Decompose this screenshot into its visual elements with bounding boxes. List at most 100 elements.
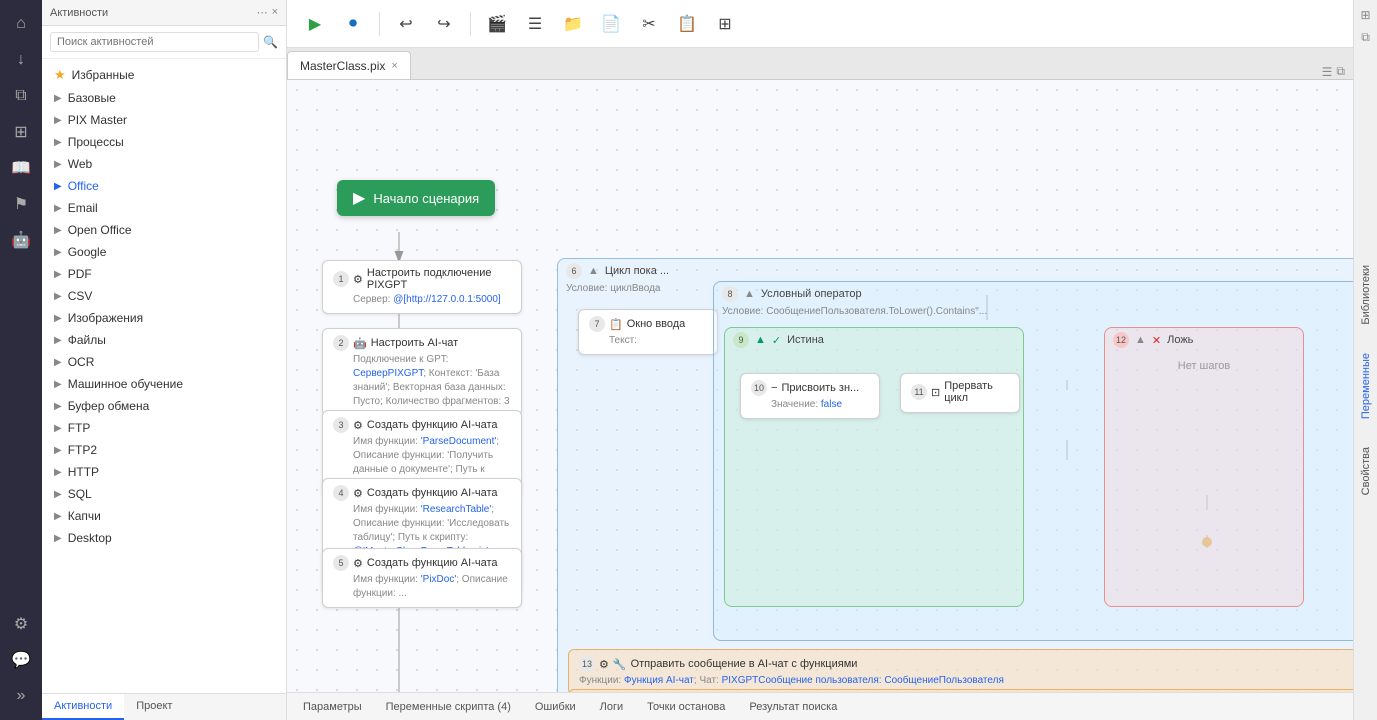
node-3-title: Создать функцию AI-чата <box>367 419 498 431</box>
chat-icon[interactable]: 💬 <box>5 644 37 676</box>
node-7-header: 7 📋 Окно ввода <box>589 316 707 332</box>
node-5[interactable]: 5 ⚙ Создать функцию AI-чата Имя функции:… <box>322 548 522 608</box>
sidebar-item-office[interactable]: ▶ Office <box>42 175 286 197</box>
bot-icon[interactable]: 🤖 <box>5 224 37 256</box>
node-7-num: 7 <box>589 316 605 332</box>
table-button[interactable]: ⊞ <box>709 8 741 40</box>
tab-menu-icon[interactable]: ☰ <box>1322 65 1333 79</box>
collapse-icon[interactable]: ▲ <box>588 265 599 277</box>
right-tab-libraries[interactable]: Библиотеки <box>1356 257 1376 333</box>
bottom-tab-logs[interactable]: Логи <box>596 701 628 713</box>
node-2-header: 2 🤖 Настроить AI-чат <box>333 335 511 351</box>
redo-button[interactable]: ↪ <box>428 8 460 40</box>
node-13-icon: ⚙ <box>599 658 609 671</box>
undo-button[interactable]: ↩ <box>390 8 422 40</box>
star-icon: ★ <box>54 67 66 83</box>
layers-icon[interactable]: ⧉ <box>5 80 37 112</box>
node-13-container[interactable]: 13 ⚙ 🔧 Отправить сообщение в AI-чат с фу… <box>568 649 1353 692</box>
bottom-tab-params[interactable]: Параметры <box>299 701 366 713</box>
activities-header-icons: ⋯ × <box>257 6 278 19</box>
sidebar-item-desktop[interactable]: ▶ Desktop <box>42 527 286 549</box>
folder-button[interactable]: 📁 <box>557 8 589 40</box>
node-14-container[interactable]: 14 ⚙ 🔧 Вызов функции <box>568 689 1353 692</box>
left-sidebar: ⌂ ↓ ⧉ ⊞ 📖 ⚑ 🤖 ⚙ 💬 » <box>0 0 42 720</box>
sidebar-item-files[interactable]: ▶ Файлы <box>42 329 286 351</box>
sidebar-item-clipboard[interactable]: ▶ Буфер обмена <box>42 395 286 417</box>
right-split-icon[interactable]: ⧉ <box>1361 30 1370 45</box>
sidebar-item-label: FTP2 <box>68 443 97 457</box>
sidebar-item-label: Изображения <box>68 311 143 325</box>
sidebar-item-http[interactable]: ▶ HTTP <box>42 461 286 483</box>
book-icon[interactable]: 📖 <box>5 152 37 184</box>
node-7-title: Окно ввода <box>627 318 686 330</box>
sidebar-item-ml[interactable]: ▶ Машинное обучение <box>42 373 286 395</box>
search-input[interactable] <box>50 32 259 52</box>
doc-button[interactable]: 📄 <box>595 8 627 40</box>
sidebar-item-email[interactable]: ▶ Email <box>42 197 286 219</box>
video-button[interactable]: 🎬 <box>481 8 513 40</box>
node-2[interactable]: 2 🤖 Настроить AI-чат Подключение к GPT: … <box>322 328 522 416</box>
node-3-header: 3 ⚙ Создать функцию AI-чата <box>333 417 511 433</box>
sidebar-item-sql[interactable]: ▶ SQL <box>42 483 286 505</box>
true-num: 9 <box>733 332 749 348</box>
flag-icon[interactable]: ⚑ <box>5 188 37 220</box>
node-1-icon: ⚙ <box>353 273 363 286</box>
grid-icon[interactable]: ⊞ <box>5 116 37 148</box>
node-2-body: Подключение к GPT: СерверPIXGPT; Контекс… <box>353 353 511 409</box>
scissors-button[interactable]: ✂ <box>633 8 665 40</box>
sidebar-item-ftp[interactable]: ▶ FTP <box>42 417 286 439</box>
sidebar-item-web[interactable]: ▶ Web <box>42 153 286 175</box>
bottom-tab-breakpoints[interactable]: Точки останова <box>643 701 729 713</box>
node-7-body: Текст: <box>609 334 707 348</box>
sidebar-item-images[interactable]: ▶ Изображения <box>42 307 286 329</box>
search-icon[interactable]: 🔍 <box>263 35 278 49</box>
tab-close-icon[interactable]: × <box>391 60 397 72</box>
sidebar-item-ftp2[interactable]: ▶ FTP2 <box>42 439 286 461</box>
check-icon: ✓ <box>772 334 781 347</box>
node-11[interactable]: 11 ⊡ Прервать цикл <box>900 373 1020 413</box>
header-menu-icon[interactable]: ⋯ <box>257 6 268 19</box>
sidebar-item-favorites[interactable]: ★ Избранные <box>42 63 286 87</box>
sidebar-item-csv[interactable]: ▶ CSV <box>42 285 286 307</box>
node-7[interactable]: 7 📋 Окно ввода Текст: <box>578 309 718 355</box>
play-button[interactable]: ▶ <box>299 8 331 40</box>
sidebar-item-captcha[interactable]: ▶ Капчи <box>42 505 286 527</box>
node-1-title: Настроить подключение PIXGPT <box>367 267 511 291</box>
sidebar-item-google[interactable]: ▶ Google <box>42 241 286 263</box>
copy-button[interactable]: 📋 <box>671 8 703 40</box>
right-tab-variables[interactable]: Переменные <box>1356 345 1376 427</box>
record-button[interactable]: ⏺ <box>337 8 369 40</box>
right-panel-icon[interactable]: ⊞ <box>1360 8 1370 22</box>
sidebar-item-processes[interactable]: ▶ Процессы <box>42 131 286 153</box>
canvas[interactable]: ▶ Начало сценария 1 ⚙ Настроить подключе… <box>287 80 1353 692</box>
header-close-icon[interactable]: × <box>272 6 278 19</box>
sidebar-item-pdf[interactable]: ▶ PDF <box>42 263 286 285</box>
bottom-tab-errors[interactable]: Ошибки <box>531 701 580 713</box>
sidebar-item-bazovye[interactable]: ▶ Базовые <box>42 87 286 109</box>
node-1[interactable]: 1 ⚙ Настроить подключение PIXGPT Сервер:… <box>322 260 522 314</box>
sidebar-item-label: Избранные <box>72 68 135 82</box>
node-10[interactable]: 10 − Присвоить зн... Значение: false <box>740 373 880 419</box>
sidebar-item-pixmaster[interactable]: ▶ PIX Master <box>42 109 286 131</box>
expand-icon[interactable]: » <box>5 680 37 712</box>
right-tab-properties[interactable]: Свойства <box>1356 439 1376 503</box>
bottom-bar: Параметры Переменные скрипта (4) Ошибки … <box>287 692 1353 720</box>
sidebar-item-openoffice[interactable]: ▶ Open Office <box>42 219 286 241</box>
bottom-tab-search-results[interactable]: Результат поиска <box>745 701 841 713</box>
separator-1 <box>379 12 380 36</box>
home-icon[interactable]: ⌂ <box>5 8 37 40</box>
tab-activities[interactable]: Активности <box>42 694 124 720</box>
download-icon[interactable]: ↓ <box>5 44 37 76</box>
tab-split-icon[interactable]: ⧉ <box>1336 64 1345 79</box>
file-tab[interactable]: MasterClass.pix × <box>287 51 411 79</box>
node-4-title: Создать функцию AI-чата <box>367 487 498 499</box>
bottom-tab-variables[interactable]: Переменные скрипта (4) <box>382 701 515 713</box>
list-button[interactable]: ☰ <box>519 8 551 40</box>
arrow-icon: ▶ <box>54 379 62 390</box>
cond-collapse-icon[interactable]: ▲ <box>744 288 755 300</box>
false-branch: 12 ▲ ✕ Ложь Нет шагов <box>1104 327 1304 607</box>
sidebar-item-ocr[interactable]: ▶ OCR <box>42 351 286 373</box>
true-branch: 9 ▲ ✓ Истина 10 − Присвоить зн... <box>724 327 1024 607</box>
settings-icon[interactable]: ⚙ <box>5 608 37 640</box>
tab-project[interactable]: Проект <box>124 694 184 720</box>
